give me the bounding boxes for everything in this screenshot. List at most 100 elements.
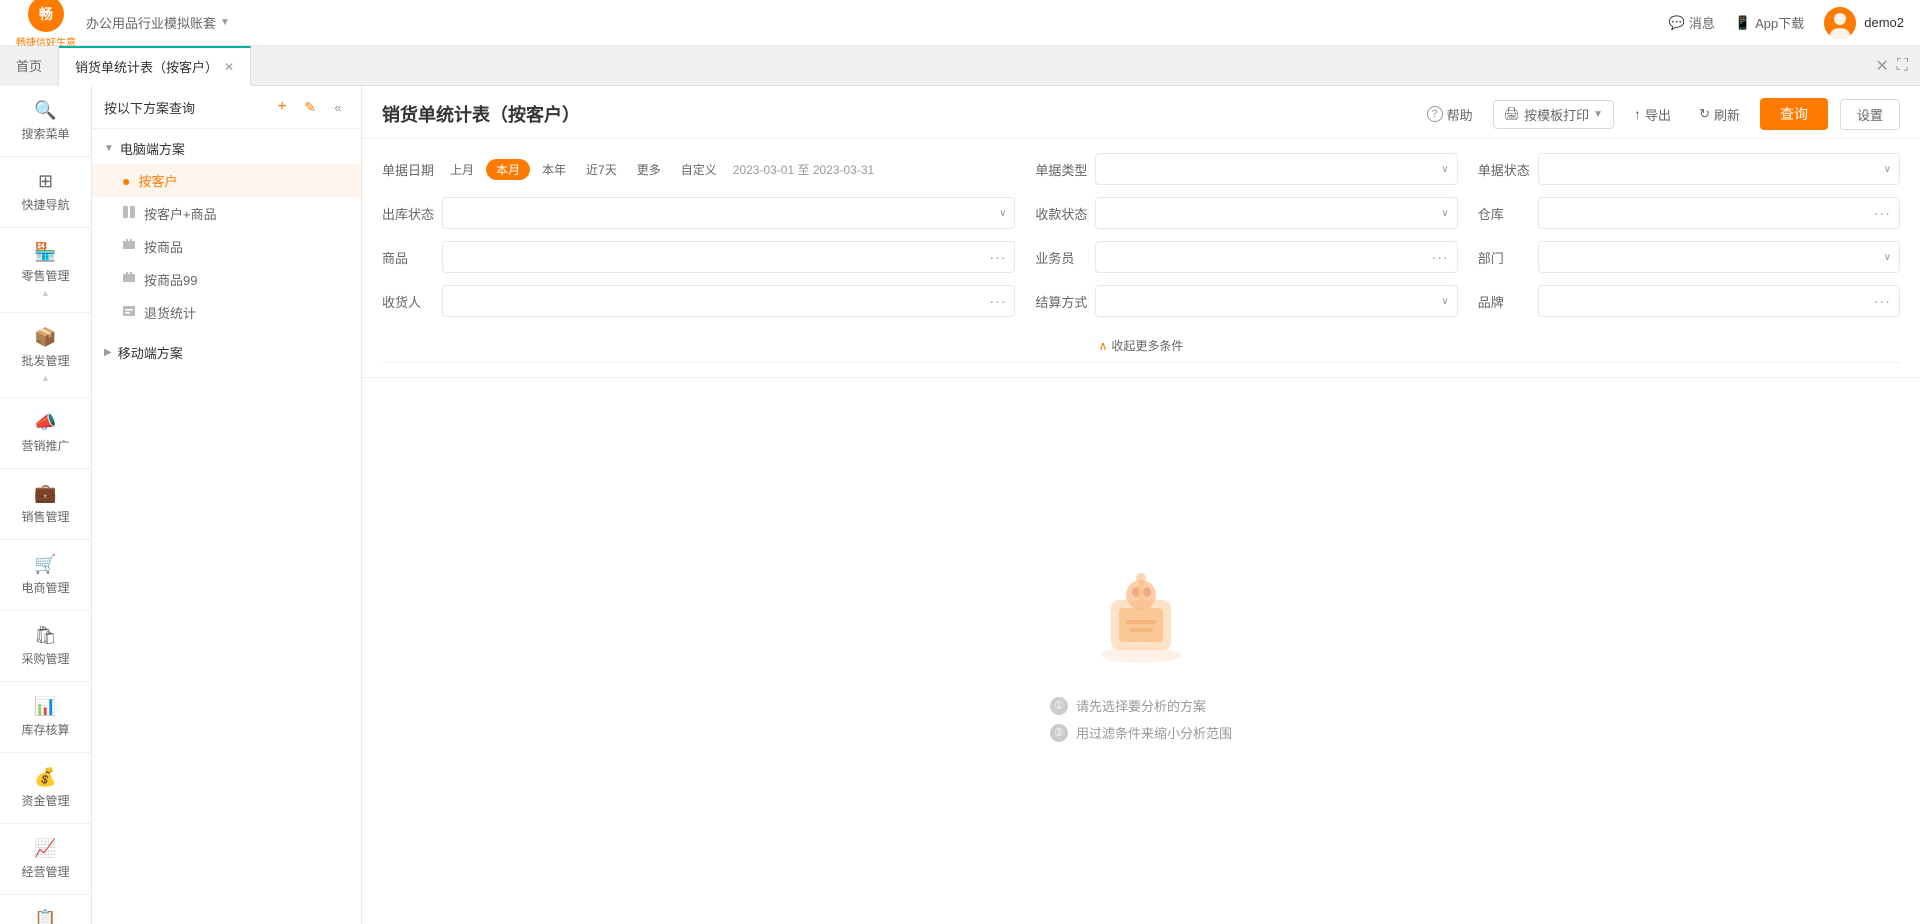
sidebar-item-label-marketing: 营销推广 bbox=[21, 437, 69, 454]
tab-sales-statistics[interactable]: 销货单统计表（按客户） ✕ bbox=[59, 46, 251, 86]
chevron-up-icon: ▲ bbox=[41, 288, 50, 298]
topbar-right: 💬 消息 📱 App下载 demo2 bbox=[1669, 7, 1904, 39]
sidebar-item-retail[interactable]: 🏪 零售管理 ▲ bbox=[0, 228, 91, 313]
tab-close-all-icon[interactable]: ✕ bbox=[1875, 56, 1888, 76]
scheme-item-by-goods99[interactable]: 按商品99 bbox=[92, 263, 361, 296]
date-btn-7days[interactable]: 近7天 bbox=[578, 158, 625, 181]
filter-row-1: 单据日期 上月 本月 本年 近7天 更多 自定义 2023-03-01 至 20… bbox=[382, 153, 1900, 185]
filter-row-3: 商品 ··· 业务员 ··· bbox=[382, 241, 1900, 273]
app-download-label: App下载 bbox=[1755, 13, 1804, 32]
date-btn-more[interactable]: 更多 bbox=[629, 158, 669, 181]
avatar bbox=[1824, 7, 1856, 39]
date-btn-thismonth[interactable]: 本月 bbox=[486, 159, 530, 180]
topbar-left: 畅 畅捷信好生意 办公用品行业模拟账套 ▼ bbox=[16, 0, 230, 49]
empty-hints: ① 请先选择要分析的方案 ② 用过滤条件来缩小分析范围 bbox=[1050, 696, 1232, 742]
sidebar-item-basic[interactable]: 📋 基础信息 bbox=[0, 895, 91, 924]
sidebar-item-finance[interactable]: 💰 资金管理 bbox=[0, 753, 91, 824]
receiver-select[interactable]: ··· bbox=[442, 285, 1015, 317]
goods99-icon bbox=[122, 271, 136, 288]
tabbar-actions: ✕ ⛶ bbox=[1875, 56, 1920, 76]
sidebar-item-wholesale[interactable]: 📦 批发管理 ▲ bbox=[0, 313, 91, 398]
warehouse-select[interactable]: ··· bbox=[1538, 197, 1900, 229]
goods-select[interactable]: ··· bbox=[442, 241, 1015, 273]
right-main: 销货单统计表（按客户） ? 帮助 🖨 按模板打印 ▼ ↑ 导出 bbox=[362, 86, 1920, 924]
query-button[interactable]: 查询 bbox=[1760, 98, 1828, 130]
date-btn-thisyear[interactable]: 本年 bbox=[534, 158, 574, 181]
sidebar-item-search[interactable]: 🔍 搜索菜单 bbox=[0, 86, 91, 157]
scheme-group-mobile-header[interactable]: ▶ 移动端方案 bbox=[92, 337, 361, 368]
scheme-item-return-stats[interactable]: 退货统计 bbox=[92, 296, 361, 329]
sidebar-item-sales[interactable]: 💼 销售管理 bbox=[0, 469, 91, 540]
dept-select[interactable]: ∨ bbox=[1538, 241, 1900, 273]
add-scheme-button[interactable]: + bbox=[271, 96, 293, 118]
marketing-icon: 📣 bbox=[34, 412, 56, 433]
date-filter-control: 上月 本月 本年 近7天 更多 自定义 2023-03-01 至 2023-03… bbox=[442, 158, 1015, 181]
paystatus-select[interactable]: ∨ bbox=[1095, 197, 1457, 229]
filter-row-2: 出库状态 ∨ 收款状态 ∨ bbox=[382, 197, 1900, 229]
sidebar-item-stock[interactable]: 📊 库存核算 bbox=[0, 682, 91, 753]
message-button[interactable]: 💬 消息 bbox=[1669, 13, 1715, 32]
sidebar-item-quicknav[interactable]: ⊞ 快捷导航 bbox=[0, 157, 91, 228]
brand-select[interactable]: ··· bbox=[1538, 285, 1900, 317]
outstatus-select[interactable]: ∨ bbox=[442, 197, 1015, 229]
date-btn-lastmonth[interactable]: 上月 bbox=[442, 158, 482, 181]
user-profile[interactable]: demo2 bbox=[1824, 7, 1904, 39]
date-btn-custom[interactable]: 自定义 bbox=[673, 158, 725, 181]
message-icon: 💬 bbox=[1669, 15, 1685, 31]
app-download-button[interactable]: 📱 App下载 bbox=[1735, 13, 1804, 32]
scheme-group-desktop-header[interactable]: ▼ 电脑端方案 bbox=[92, 133, 361, 164]
empty-hint-1: ① 请先选择要分析的方案 bbox=[1050, 696, 1206, 715]
sidebar-item-label-stock: 库存核算 bbox=[21, 721, 69, 738]
payment-label: 结算方式 bbox=[1035, 292, 1095, 311]
goods-icon bbox=[122, 238, 136, 255]
ecom-icon: 🛒 bbox=[34, 554, 56, 575]
status-select[interactable]: ∨ bbox=[1538, 153, 1900, 185]
receiver-label: 收货人 bbox=[382, 292, 442, 311]
filter-item-outstatus: 出库状态 ∨ bbox=[382, 197, 1015, 229]
hint-text-1: 请先选择要分析的方案 bbox=[1076, 696, 1206, 715]
scheme-item-by-customer[interactable]: ● 按客户 bbox=[92, 164, 361, 197]
brand-label: 品牌 bbox=[1478, 292, 1538, 311]
message-label: 消息 bbox=[1689, 13, 1715, 32]
refresh-label: 刷新 bbox=[1714, 105, 1740, 124]
export-icon: ↑ bbox=[1634, 106, 1641, 122]
return-icon bbox=[122, 304, 136, 321]
sidebar: 🔍 搜索菜单 ⊞ 快捷导航 🏪 零售管理 ▲ 📦 批发管理 ▲ 📣 营销推广 💼… bbox=[0, 86, 92, 924]
collapse-panel-button[interactable]: « bbox=[327, 96, 349, 118]
sidebar-item-marketing[interactable]: 📣 营销推广 bbox=[0, 398, 91, 469]
app-selector[interactable]: 办公用品行业模拟账套 ▼ bbox=[86, 13, 230, 32]
tab-close-icon[interactable]: ✕ bbox=[224, 60, 234, 74]
print-button[interactable]: 🖨 按模板打印 ▼ bbox=[1493, 100, 1614, 129]
scheme-item-by-goods[interactable]: 按商品 bbox=[92, 230, 361, 263]
help-button[interactable]: ? 帮助 bbox=[1419, 101, 1481, 128]
sidebar-item-label-retail: 零售管理 bbox=[21, 267, 69, 284]
type-select[interactable]: ∨ bbox=[1095, 153, 1457, 185]
salesperson-select[interactable]: ··· bbox=[1095, 241, 1457, 273]
sidebar-item-ops[interactable]: 📈 经营管理 bbox=[0, 824, 91, 895]
edit-scheme-button[interactable]: ✎ bbox=[299, 96, 321, 118]
sidebar-item-label-quicknav: 快捷导航 bbox=[21, 196, 69, 213]
hint-num-2: ② bbox=[1050, 724, 1068, 742]
scheme-item-by-customer-goods[interactable]: 按客户+商品 bbox=[92, 197, 361, 230]
collapse-bar[interactable]: ∧ 收起更多条件 bbox=[382, 329, 1900, 363]
ops-icon: 📈 bbox=[34, 838, 56, 859]
tab-home[interactable]: 首页 bbox=[0, 46, 59, 86]
customer-goods-icon bbox=[122, 205, 136, 222]
goods-label: 商品 bbox=[382, 248, 442, 267]
sidebar-item-label-wholesale: 批发管理 bbox=[21, 352, 69, 369]
refresh-icon: ↻ bbox=[1699, 106, 1710, 122]
search-icon: 🔍 bbox=[34, 100, 56, 121]
export-button[interactable]: ↑ 导出 bbox=[1626, 101, 1679, 128]
tab-home-label: 首页 bbox=[16, 56, 42, 75]
sidebar-item-label-finance: 资金管理 bbox=[21, 792, 69, 809]
refresh-button[interactable]: ↻ 刷新 bbox=[1691, 101, 1748, 128]
settings-button[interactable]: 设置 bbox=[1840, 99, 1900, 130]
sidebar-item-purchase[interactable]: 🛍 采购管理 bbox=[0, 611, 91, 682]
sidebar-item-ecom[interactable]: 🛒 电商管理 bbox=[0, 540, 91, 611]
sales-icon: 💼 bbox=[34, 483, 56, 504]
chevron-down-icon: ▼ bbox=[220, 17, 230, 28]
filter-item-warehouse: 仓库 ··· bbox=[1478, 197, 1900, 229]
hint-text-2: 用过滤条件来缩小分析范围 bbox=[1076, 723, 1232, 742]
tab-maximize-icon[interactable]: ⛶ bbox=[1897, 57, 1908, 75]
payment-select[interactable]: ∨ bbox=[1095, 285, 1457, 317]
